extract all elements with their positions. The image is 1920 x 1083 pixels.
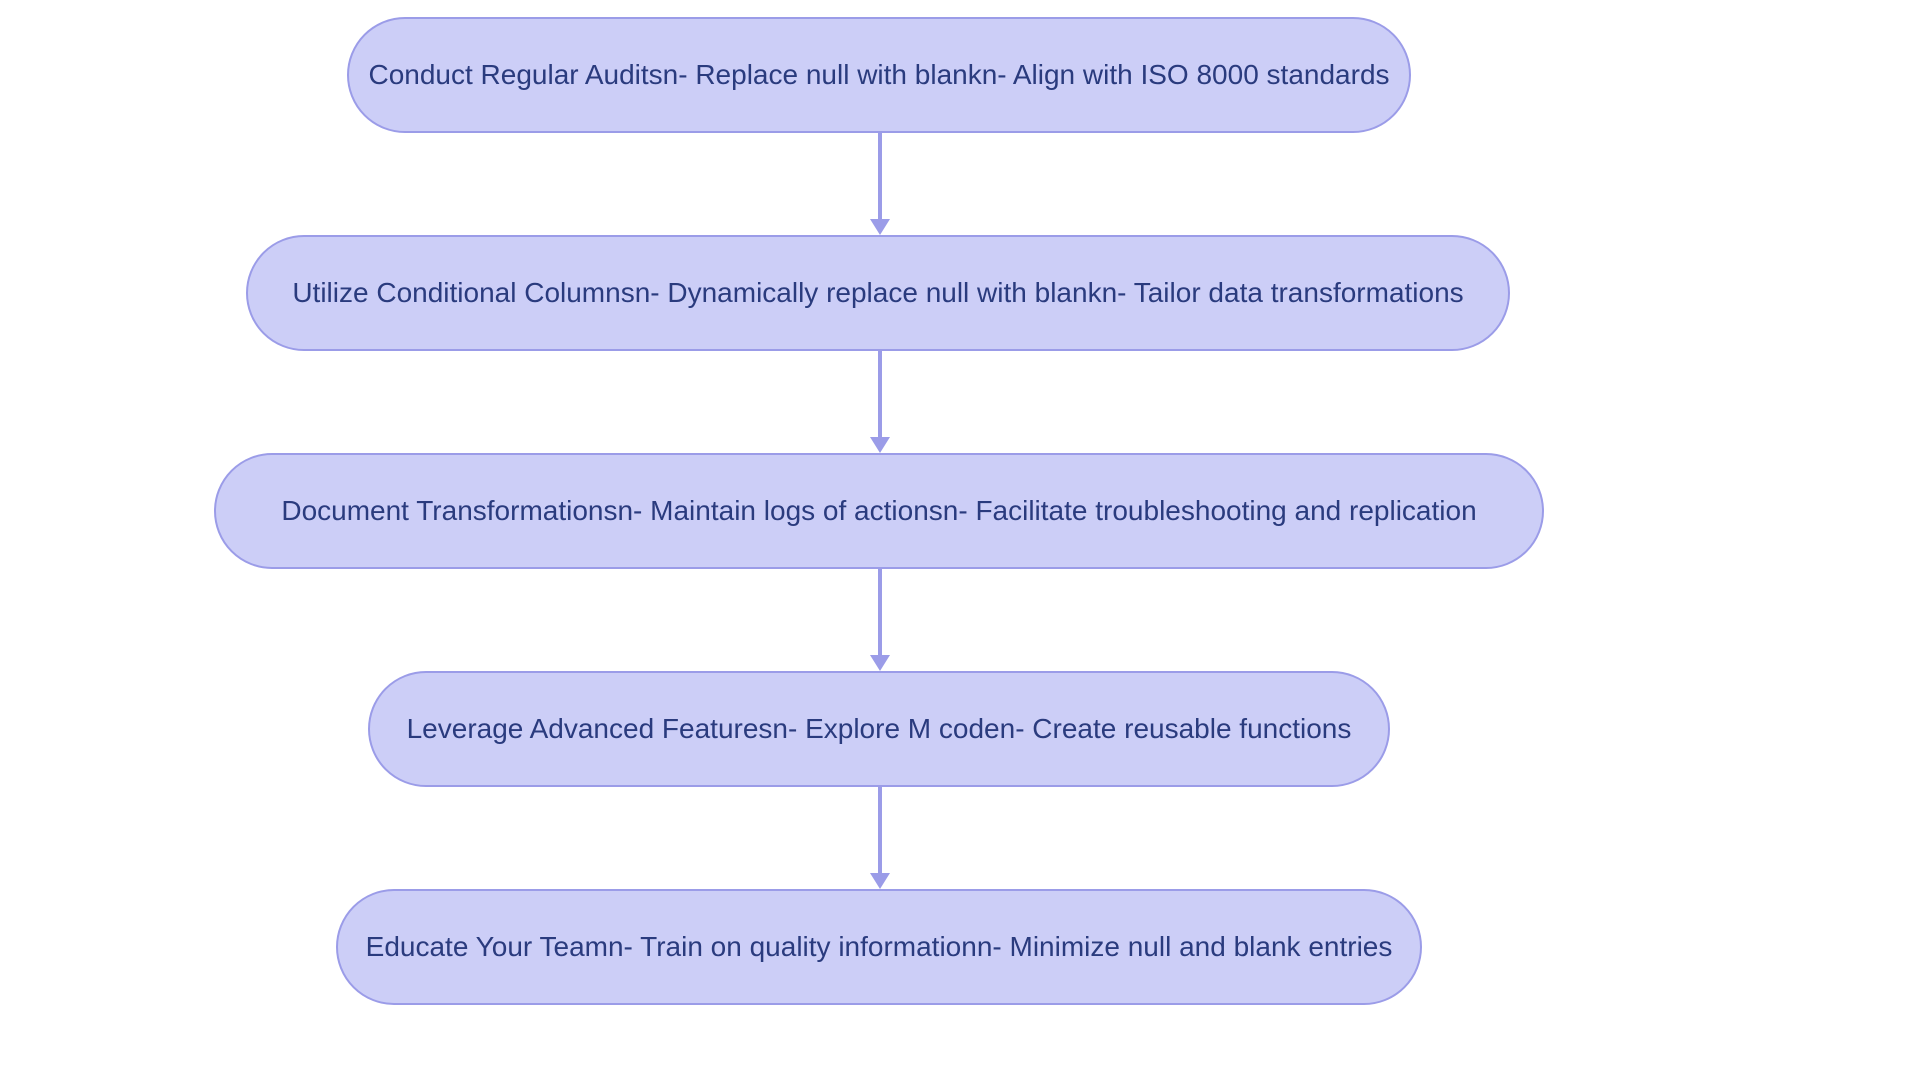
arrowhead-down-icon bbox=[870, 873, 890, 889]
flowchart-arrow bbox=[878, 569, 882, 655]
node-text: Leverage Advanced Featuresn- Explore M c… bbox=[407, 713, 1352, 745]
flowchart-arrow bbox=[878, 787, 882, 873]
arrowhead-down-icon bbox=[870, 219, 890, 235]
arrowhead-down-icon bbox=[870, 437, 890, 453]
node-text: Utilize Conditional Columnsn- Dynamicall… bbox=[292, 277, 1463, 309]
flowchart-node: Document Transformationsn- Maintain logs… bbox=[214, 453, 1544, 569]
flowchart-arrow bbox=[878, 133, 882, 219]
node-text: Educate Your Teamn- Train on quality inf… bbox=[366, 931, 1393, 963]
node-text: Document Transformationsn- Maintain logs… bbox=[281, 495, 1476, 527]
flowchart-arrow bbox=[878, 351, 882, 437]
flowchart-container: Conduct Regular Auditsn- Replace null wi… bbox=[0, 0, 1920, 1083]
flowchart-node: Educate Your Teamn- Train on quality inf… bbox=[336, 889, 1422, 1005]
arrowhead-down-icon bbox=[870, 655, 890, 671]
flowchart-node: Utilize Conditional Columnsn- Dynamicall… bbox=[246, 235, 1510, 351]
flowchart-node: Conduct Regular Auditsn- Replace null wi… bbox=[347, 17, 1411, 133]
node-text: Conduct Regular Auditsn- Replace null wi… bbox=[368, 59, 1389, 91]
flowchart-node: Leverage Advanced Featuresn- Explore M c… bbox=[368, 671, 1390, 787]
